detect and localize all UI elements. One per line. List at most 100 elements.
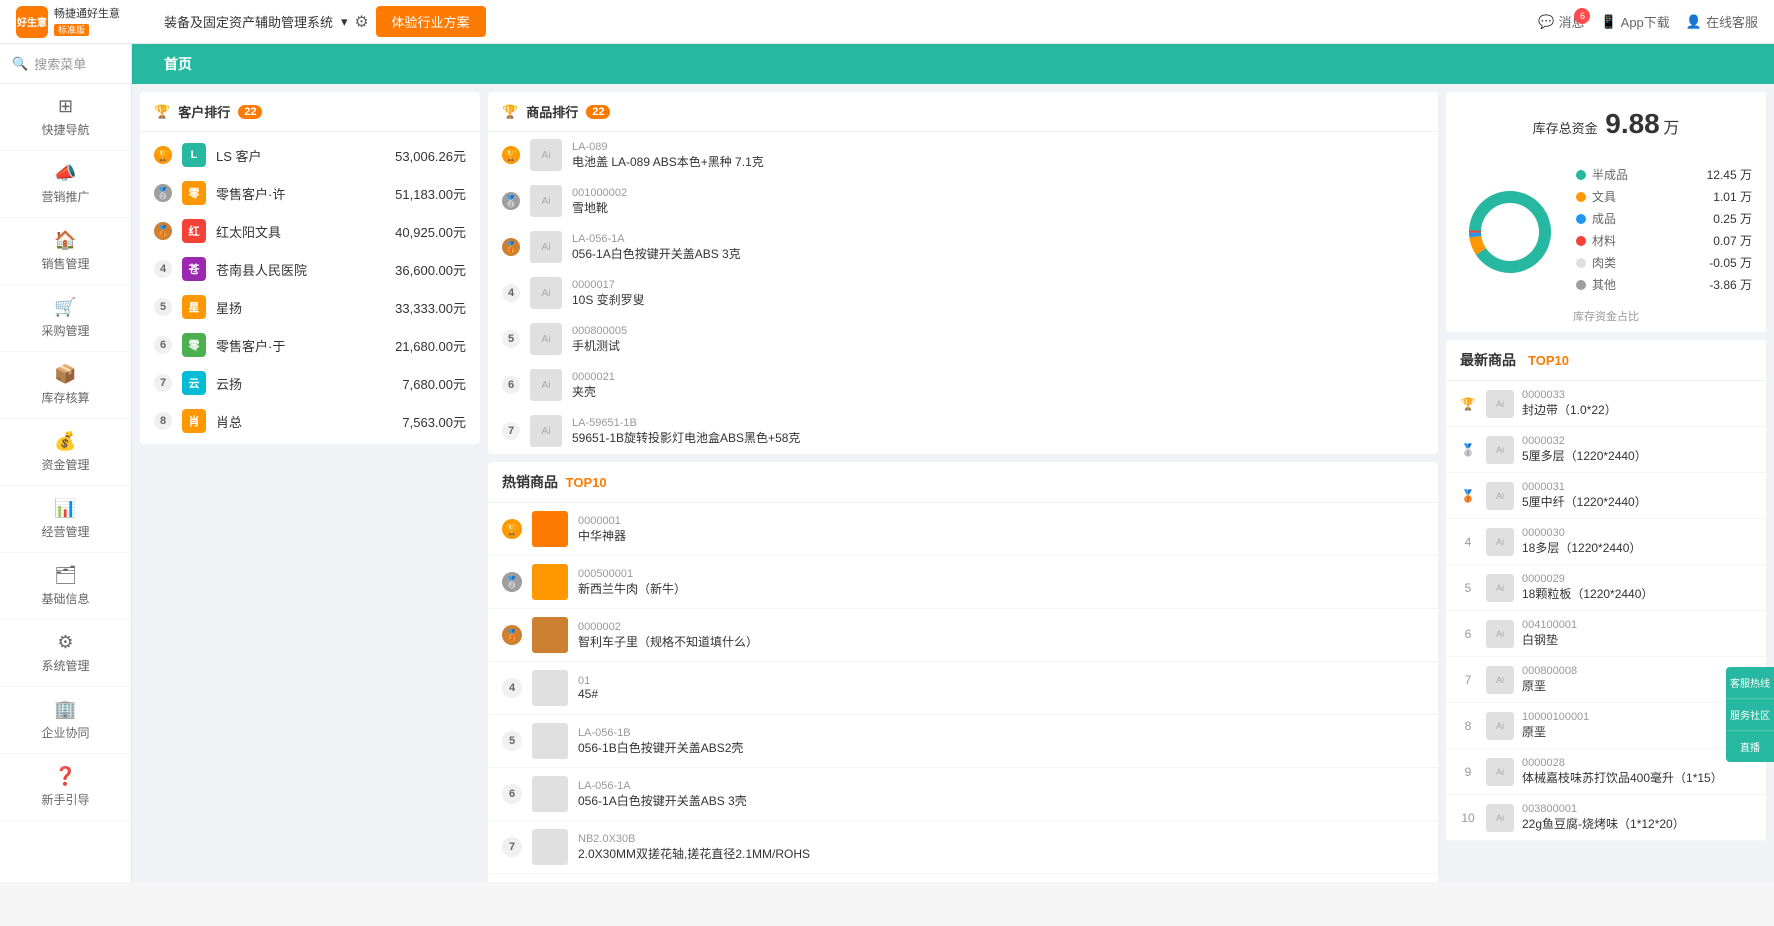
customer-value-5: 33,333.00元 xyxy=(395,298,466,317)
rank-num-3: 🥉 xyxy=(154,222,172,240)
sidebar-item-operations[interactable]: 📊 经营管理 xyxy=(0,486,131,553)
product-rank-item-2[interactable]: 🥈 Ai 001000002 雪地靴 xyxy=(488,178,1438,224)
customer-rank-item-6[interactable]: 6 零 零售客户·于 21,680.00元 xyxy=(140,326,480,364)
customer-avatar-1: L xyxy=(182,143,206,167)
product-rank-item-4[interactable]: 4 Ai 0000017 10S 变刹罗叟 xyxy=(488,270,1438,316)
prod-rank-7: 7 xyxy=(502,422,520,440)
new-product-item-4[interactable]: 4 Ai 0000030 18多层（1220*2440） xyxy=(1446,519,1766,565)
product-rank-item-3[interactable]: 🥉 Ai LA-056-1A 056-1A白色按键开关盖ABS 3克 xyxy=(488,224,1438,270)
prod-rank-2: 🥈 xyxy=(502,192,520,210)
donut-chart xyxy=(1460,182,1560,282)
prod-img-7: Ai xyxy=(530,415,562,447)
sidebar-item-guide[interactable]: ❓ 新手引导 xyxy=(0,754,131,821)
cs-live[interactable]: 直播 xyxy=(1726,731,1774,762)
sidebar-item-enterprise[interactable]: 🏢 企业协同 xyxy=(0,687,131,754)
marketing-icon: 📣 xyxy=(54,163,76,184)
sidebar-item-sales[interactable]: 🏠 销售管理 xyxy=(0,218,131,285)
product-rank-item-7[interactable]: 7 Ai LA-59651-1B 59651-1B旋转投影灯电池盒ABS黑色+5… xyxy=(488,408,1438,454)
prod-rank-6: 6 xyxy=(502,376,520,394)
message-button[interactable]: 💬 消息 6 xyxy=(1538,12,1584,31)
customer-name-7: 云扬 xyxy=(216,374,392,393)
logo-area: 好生意 畅捷通好生意 标准版 xyxy=(16,6,148,38)
hot-rank-4: 4 xyxy=(502,678,522,698)
customer-rank-item-2[interactable]: 🥈 零 零售客户·许 51,183.00元 xyxy=(140,174,480,212)
product-rank-item-6[interactable]: 6 Ai 0000021 夹壳 xyxy=(488,362,1438,408)
new-rank-3: 🥉 xyxy=(1458,489,1478,503)
hot-item-5[interactable]: 5 LA-056-1B 056-1B白色按键开关盖ABS2壳 xyxy=(488,715,1438,768)
new-product-item-6[interactable]: 6 Ai 004100001 白钢垫 xyxy=(1446,611,1766,657)
hot-rank-3: 🥉 xyxy=(502,625,522,645)
new-img-3: Ai xyxy=(1486,482,1514,510)
customer-rank-item-7[interactable]: 7 云 云扬 7,680.00元 xyxy=(140,364,480,402)
sidebar-item-purchase[interactable]: 🛒 采购管理 xyxy=(0,285,131,352)
product-rank-item-1[interactable]: 🏆 Ai LA-089 电池盖 LA-089 ABS本色+黑种 7.1克 xyxy=(488,132,1438,178)
customer-rank-item-8[interactable]: 8 肖 肖总 7,563.00元 xyxy=(140,402,480,440)
app-download-button[interactable]: 📱 App下载 xyxy=(1600,12,1669,31)
new-rank-6: 6 xyxy=(1458,627,1478,641)
gear-button[interactable]: ⚙ xyxy=(348,8,376,36)
sidebar-item-finance[interactable]: 💰 资金管理 xyxy=(0,419,131,486)
customer-rank-item-1[interactable]: 🏆 L LS 客户 53,006.26元 xyxy=(140,136,480,174)
product-rank-card: 🏆 商品排行 22 🏆 Ai LA-089 电池盖 LA-089 ABS本色+黑… xyxy=(488,92,1438,454)
cs-hotline[interactable]: 客服热线 xyxy=(1726,667,1774,699)
sidebar-label-operations: 经营管理 xyxy=(41,523,89,540)
system-selector[interactable]: 装备及固定资产辅助管理系统 ▾ xyxy=(164,12,348,31)
page-title: 首页 xyxy=(148,44,208,84)
prod-rank-4: 4 xyxy=(502,284,520,302)
sidebar-item-quick-nav[interactable]: ⊞ 快捷导航 xyxy=(0,84,131,151)
customer-avatar-2: 零 xyxy=(182,181,206,205)
new-img-1: Ai xyxy=(1486,390,1514,418)
base-icon: 🗂 xyxy=(54,565,77,586)
hot-products-title: 热销商品 TOP10 xyxy=(502,472,607,492)
new-info-5: 0000029 18颗粒板（1220*2440） xyxy=(1522,573,1653,602)
customer-value-2: 51,183.00元 xyxy=(395,184,466,203)
prod-name-4: 10S 变刹罗叟 xyxy=(572,291,1424,308)
sidebar-item-marketing[interactable]: 📣 营销推广 xyxy=(0,151,131,218)
customer-rank-item-5[interactable]: 5 星 星扬 33,333.00元 xyxy=(140,288,480,326)
quick-nav-icon: ⊞ xyxy=(58,96,73,117)
sidebar-item-inventory[interactable]: 📦 库存核算 xyxy=(0,352,131,419)
hot-info-1: 0000001 中华神器 xyxy=(578,515,626,544)
legend-dot-2 xyxy=(1576,192,1586,202)
customer-rank-item-4[interactable]: 4 苍 苍南县人民医院 36,600.00元 xyxy=(140,250,480,288)
new-product-item-2[interactable]: 🥈 Ai 0000032 5厘多层（1220*2440） xyxy=(1446,427,1766,473)
sidebar-item-base[interactable]: 🗂 基础信息 xyxy=(0,553,131,620)
sidebar-label-enterprise: 企业协同 xyxy=(41,724,89,741)
new-product-item-1[interactable]: 🏆 Ai 0000033 封边带（1.0*22） xyxy=(1446,381,1766,427)
hot-item-2[interactable]: 🥈 000500001 新西兰牛肉（新牛） xyxy=(488,556,1438,609)
cs-community[interactable]: 服务社区 xyxy=(1726,699,1774,731)
hot-item-4[interactable]: 4 01 45# xyxy=(488,662,1438,715)
right-column: 库存总资金 9.88 万 xyxy=(1446,92,1766,874)
new-product-item-8[interactable]: 8 Ai 10000100001 原垩 xyxy=(1446,703,1766,749)
product-rank-item-5[interactable]: 5 Ai 000800005 手机测试 xyxy=(488,316,1438,362)
hot-item-6[interactable]: 6 LA-056-1A 056-1A白色按键开关盖ABS 3壳 xyxy=(488,768,1438,821)
service-button[interactable]: 👤 在线客服 xyxy=(1686,12,1758,31)
sidebar-search[interactable]: 🔍 搜索菜单 xyxy=(0,44,131,84)
hot-rank-6: 6 xyxy=(502,784,522,804)
prod-rank-1: 🏆 xyxy=(502,146,520,164)
customer-value-6: 21,680.00元 xyxy=(395,336,466,355)
trial-button[interactable]: 体验行业方案 xyxy=(376,6,486,37)
new-product-item-5[interactable]: 5 Ai 0000029 18颗粒板（1220*2440） xyxy=(1446,565,1766,611)
hot-info-5: LA-056-1B 056-1B白色按键开关盖ABS2壳 xyxy=(578,727,743,756)
hot-img-4 xyxy=(532,670,568,706)
new-product-item-9[interactable]: 9 Ai 0000028 体械嘉枝味苏打饮品400毫升（1*15） xyxy=(1446,749,1766,795)
new-product-item-3[interactable]: 🥉 Ai 0000031 5厘中纤（1220*2440） xyxy=(1446,473,1766,519)
new-product-item-7[interactable]: 7 Ai 000800008 原垩 xyxy=(1446,657,1766,703)
legend-item-3: 成品 0.25 万 xyxy=(1576,210,1752,227)
new-info-2: 0000032 5厘多层（1220*2440） xyxy=(1522,435,1647,464)
hot-info-3: 0000002 智利车子里（规格不知道填什么） xyxy=(578,621,758,650)
customer-rank-item-3[interactable]: 🥉 红 红太阳文具 40,925.00元 xyxy=(140,212,480,250)
customer-name-8: 肖总 xyxy=(216,412,392,431)
sidebar-label-guide: 新手引导 xyxy=(41,791,89,808)
customer-name-2: 零售客户·许 xyxy=(216,184,385,203)
hot-item-7[interactable]: 7 NB2.0X30B 2.0X30MM双搓花轴,搓花直径2.1MM/ROHS xyxy=(488,821,1438,874)
hot-item-1[interactable]: 🏆 0000001 中华神器 xyxy=(488,503,1438,556)
sidebar-item-system[interactable]: ⚙ 系统管理 xyxy=(0,620,131,687)
hot-products-header: 热销商品 TOP10 xyxy=(488,462,1438,503)
hot-item-8[interactable]: 8 0000011 12070519-xs xyxy=(488,874,1438,882)
hot-item-3[interactable]: 🥉 0000002 智利车子里（规格不知道填什么） xyxy=(488,609,1438,662)
customer-value-4: 36,600.00元 xyxy=(395,260,466,279)
page-body: 🏆 客户排行 22 🏆 L LS 客户 53,006.26元 🥈 xyxy=(132,84,1774,882)
new-product-item-10[interactable]: 10 Ai 003800001 22g鱼豆腐-烧烤味（1*12*20） xyxy=(1446,795,1766,841)
